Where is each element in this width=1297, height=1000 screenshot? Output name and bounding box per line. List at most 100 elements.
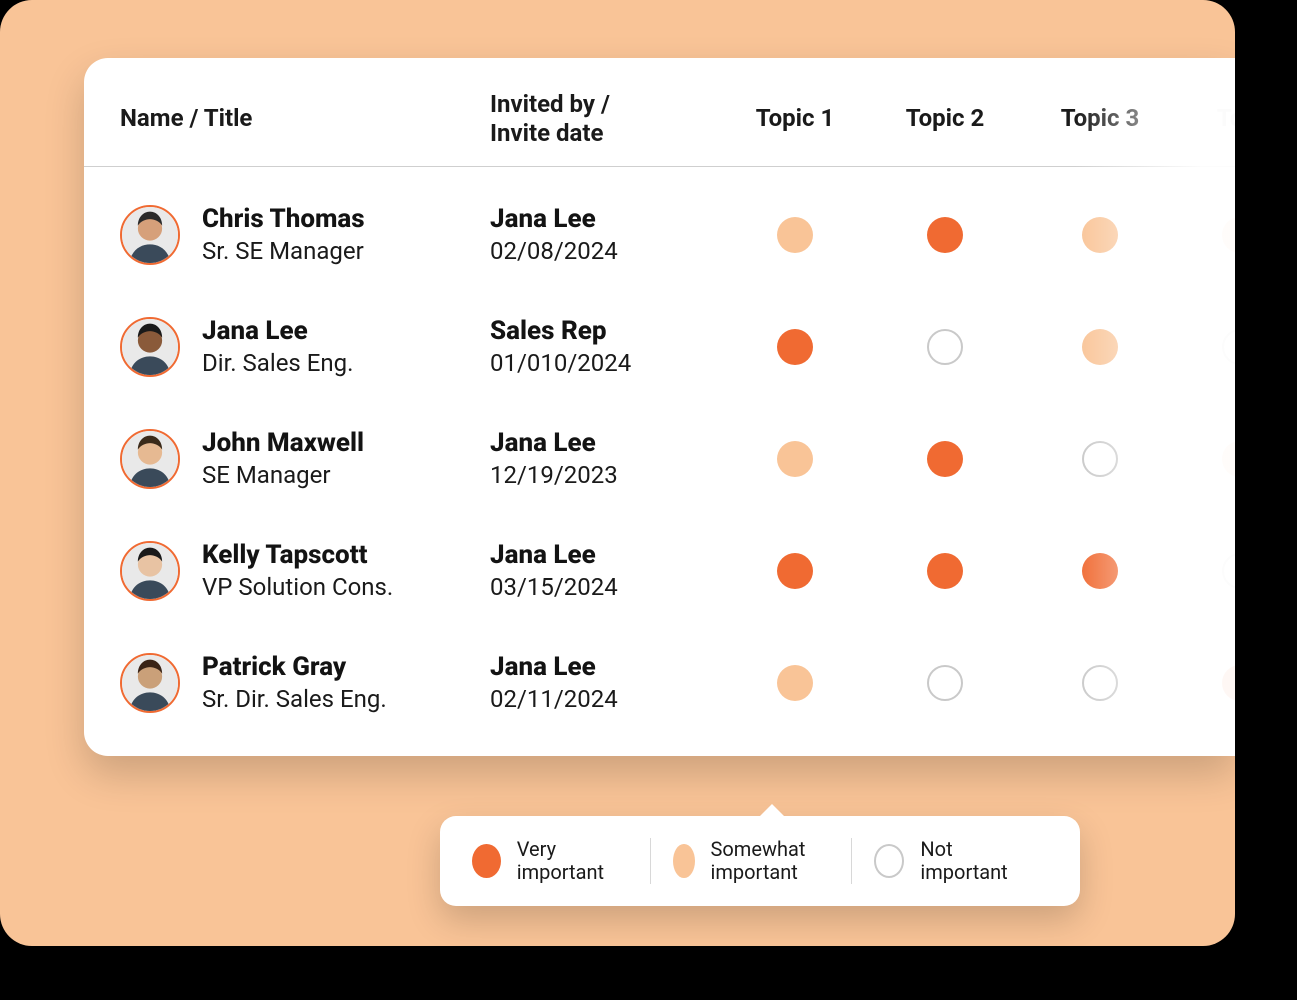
legend-very-label: Very important [517, 838, 628, 884]
importance-dot-somewhat-icon[interactable] [777, 217, 813, 253]
topic-cell [1020, 441, 1180, 477]
importance-dot-not-icon[interactable] [927, 329, 963, 365]
importance-dot-somewhat-icon[interactable] [777, 665, 813, 701]
avatar[interactable] [120, 653, 180, 713]
invite-date: 03/15/2024 [490, 573, 720, 601]
person-name: Jana Lee [202, 317, 353, 347]
importance-dot-somewhat-icon[interactable] [1082, 329, 1118, 365]
topic-cell [1180, 553, 1235, 589]
col-invite: Invited by / Invite date [490, 90, 720, 148]
topic-cell [720, 441, 870, 477]
avatar[interactable] [120, 205, 180, 265]
topic-cell [1020, 329, 1180, 365]
topic-cell [720, 217, 870, 253]
legend-not-important: Not important [851, 838, 1052, 884]
col-topic-4[interactable]: Topi [1180, 104, 1235, 133]
importance-dot-not-icon[interactable] [1222, 329, 1235, 365]
invited-by: Jana Lee [490, 205, 720, 235]
importance-dot-very-icon[interactable] [1222, 665, 1235, 701]
table-body: Chris ThomasSr. SE ManagerJana Lee02/08/… [84, 167, 1235, 739]
invite-cell: Jana Lee12/19/2023 [490, 429, 720, 489]
invite-cell: Jana Lee02/08/2024 [490, 205, 720, 265]
invite-date: 01/010/2024 [490, 349, 720, 377]
legend-not-label: Not important [920, 838, 1030, 884]
importance-dot-very-icon[interactable] [1082, 553, 1118, 589]
invited-by: Jana Lee [490, 541, 720, 571]
importance-legend: Very important Somewhat important Not im… [440, 816, 1080, 906]
table-row[interactable]: Jana LeeDir. Sales Eng.Sales Rep01/010/2… [84, 291, 1235, 403]
topic-cell [870, 441, 1020, 477]
person-title: VP Solution Cons. [202, 573, 393, 601]
person-name: Chris Thomas [202, 205, 365, 235]
invite-cell: Sales Rep01/010/2024 [490, 317, 720, 377]
importance-dot-not-icon[interactable] [1082, 441, 1118, 477]
app-canvas: Name / Title Invited by / Invite date To… [0, 0, 1235, 946]
person-name: Kelly Tapscott [202, 541, 393, 571]
topic-cell [1180, 665, 1235, 701]
topic-cell [870, 217, 1020, 253]
invite-date: 02/08/2024 [490, 237, 720, 265]
topic-cell [1020, 217, 1180, 253]
importance-dot-very-icon[interactable] [927, 553, 963, 589]
table-row[interactable]: John MaxwellSE ManagerJana Lee12/19/2023 [84, 403, 1235, 515]
importance-dot-very-icon[interactable] [927, 441, 963, 477]
topic-cell [720, 329, 870, 365]
topic-cell [720, 553, 870, 589]
person-title: Dir. Sales Eng. [202, 349, 353, 377]
table-row[interactable]: Kelly TapscottVP Solution Cons.Jana Lee0… [84, 515, 1235, 627]
dot-somewhat-icon [673, 844, 695, 878]
topic-cell [870, 553, 1020, 589]
person-name: John Maxwell [202, 429, 364, 459]
importance-dot-somewhat-icon[interactable] [1082, 217, 1118, 253]
name-cell: Patrick GraySr. Dir. Sales Eng. [120, 653, 490, 713]
person-title: SE Manager [202, 461, 364, 489]
importance-dot-somewhat-icon[interactable] [1222, 217, 1235, 253]
col-name-title: Name / Title [120, 104, 490, 133]
legend-somewhat-important: Somewhat important [650, 838, 851, 884]
topic-cell [1180, 329, 1235, 365]
person-title: Sr. SE Manager [202, 237, 365, 265]
importance-dot-not-icon[interactable] [927, 665, 963, 701]
name-cell: Kelly TapscottVP Solution Cons. [120, 541, 490, 601]
name-cell: Chris ThomasSr. SE Manager [120, 205, 490, 265]
legend-somewhat-label: Somewhat important [711, 838, 829, 884]
topic-cell [720, 665, 870, 701]
table-row[interactable]: Patrick GraySr. Dir. Sales Eng.Jana Lee0… [84, 627, 1235, 739]
avatar[interactable] [120, 541, 180, 601]
person-name: Patrick Gray [202, 653, 387, 683]
importance-dot-very-icon[interactable] [777, 329, 813, 365]
dot-not-icon [874, 844, 904, 878]
topic-cell [1180, 217, 1235, 253]
importance-dot-not-icon[interactable] [1222, 553, 1235, 589]
topic-cell [1180, 441, 1235, 477]
avatar[interactable] [120, 429, 180, 489]
importance-dot-not-icon[interactable] [1082, 665, 1118, 701]
topic-cell [1020, 553, 1180, 589]
topic-cell [870, 665, 1020, 701]
importance-dot-somewhat-icon[interactable] [1222, 441, 1235, 477]
avatar[interactable] [120, 317, 180, 377]
importance-dot-very-icon[interactable] [927, 217, 963, 253]
person-title: Sr. Dir. Sales Eng. [202, 685, 387, 713]
invite-date: 02/11/2024 [490, 685, 720, 713]
col-topic-1[interactable]: Topic 1 [720, 104, 870, 133]
name-cell: Jana LeeDir. Sales Eng. [120, 317, 490, 377]
topic-cell [1020, 665, 1180, 701]
name-cell: John MaxwellSE Manager [120, 429, 490, 489]
dot-very-icon [472, 844, 501, 878]
invited-by: Jana Lee [490, 653, 720, 683]
invited-by: Sales Rep [490, 317, 720, 347]
invite-cell: Jana Lee03/15/2024 [490, 541, 720, 601]
invite-cell: Jana Lee02/11/2024 [490, 653, 720, 713]
col-topic-3[interactable]: Topic 3 [1020, 104, 1180, 133]
invited-by: Jana Lee [490, 429, 720, 459]
people-topics-card: Name / Title Invited by / Invite date To… [84, 58, 1235, 756]
legend-very-important: Very important [468, 838, 650, 884]
topic-cell [870, 329, 1020, 365]
table-row[interactable]: Chris ThomasSr. SE ManagerJana Lee02/08/… [84, 179, 1235, 291]
importance-dot-somewhat-icon[interactable] [777, 441, 813, 477]
table-header: Name / Title Invited by / Invite date To… [84, 90, 1235, 167]
importance-dot-very-icon[interactable] [777, 553, 813, 589]
invite-date: 12/19/2023 [490, 461, 720, 489]
col-topic-2[interactable]: Topic 2 [870, 104, 1020, 133]
